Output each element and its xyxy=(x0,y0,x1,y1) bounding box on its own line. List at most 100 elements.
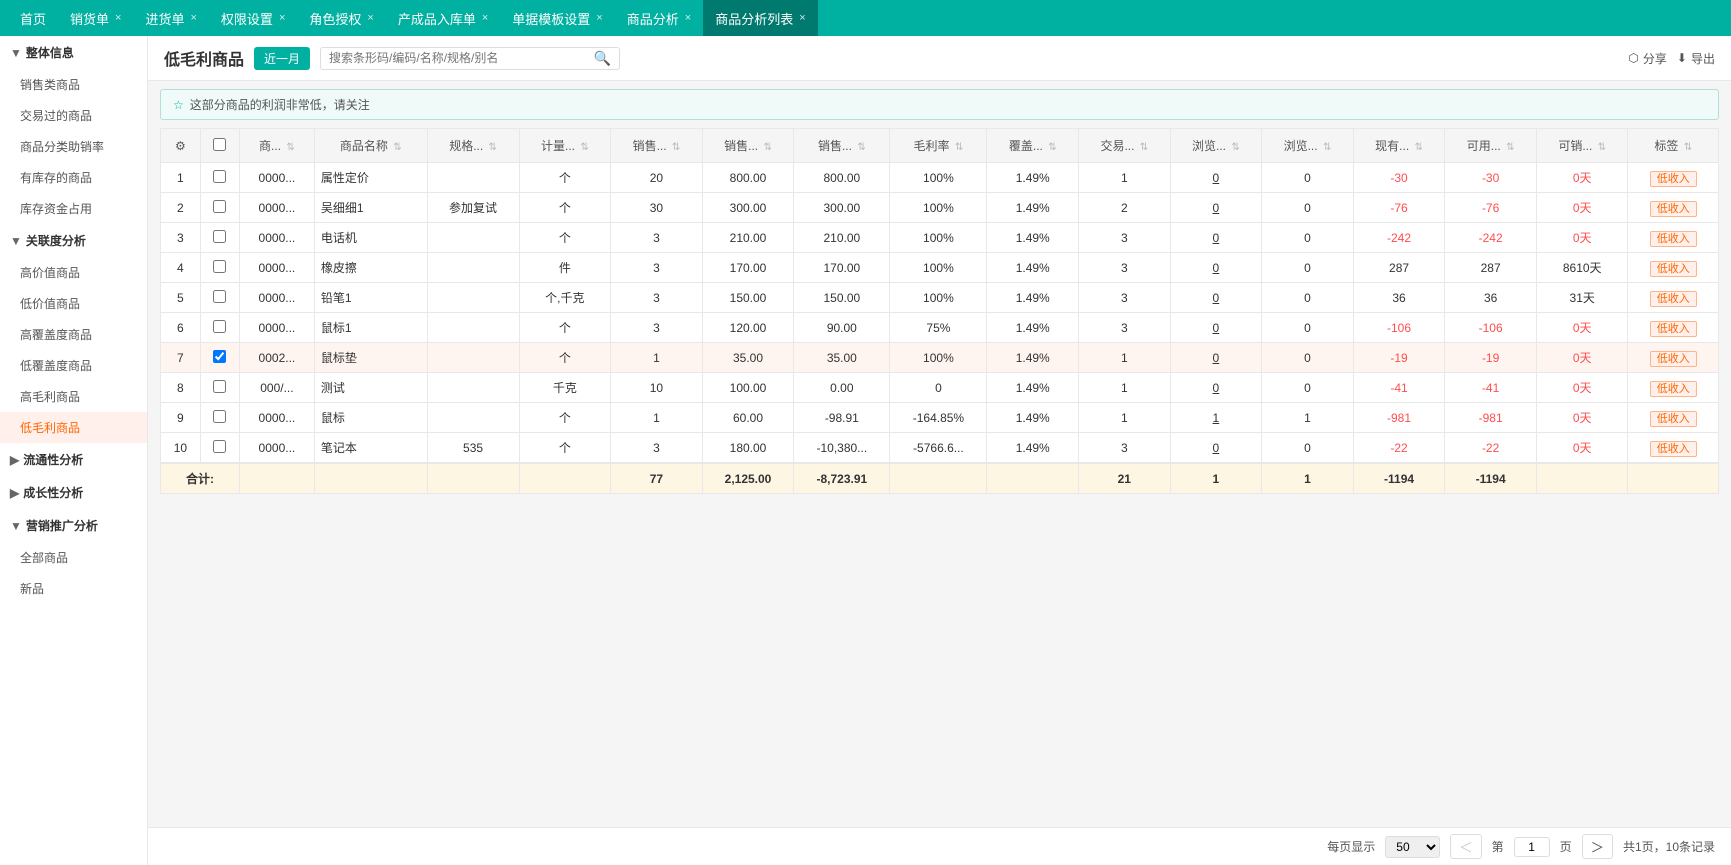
sidebar-item-stocked-goods[interactable]: 有库存的商品 xyxy=(0,162,147,193)
row-checkbox[interactable] xyxy=(213,350,226,363)
cell-view1[interactable]: 0 xyxy=(1170,283,1262,313)
cell-checkbox[interactable] xyxy=(200,253,239,283)
sidebar-item-high-gross[interactable]: 高毛利商品 xyxy=(0,381,147,412)
sidebar-item-low-value[interactable]: 低价值商品 xyxy=(0,288,147,319)
col-sale-count[interactable]: 销售... ⇅ xyxy=(611,129,703,163)
sidebar-item-low-gross[interactable]: 低毛利商品 xyxy=(0,412,147,443)
cell-tag: 低收入 xyxy=(1628,223,1719,253)
row-checkbox[interactable] xyxy=(213,170,226,183)
col-name[interactable]: 商品名称 ⇅ xyxy=(314,129,427,163)
cell-checkbox[interactable] xyxy=(200,373,239,403)
row-checkbox[interactable] xyxy=(213,200,226,213)
sidebar-item-low-coverage[interactable]: 低覆盖度商品 xyxy=(0,350,147,381)
cell-view1[interactable]: 0 xyxy=(1170,343,1262,373)
next-page-button[interactable]: ＞ xyxy=(1582,834,1613,859)
cell-checkbox[interactable] xyxy=(200,283,239,313)
row-checkbox[interactable] xyxy=(213,320,226,333)
nav-product-inbound[interactable]: 产成品入库单 × xyxy=(386,0,500,36)
page-number-input[interactable] xyxy=(1514,837,1550,857)
cell-view1[interactable]: 0 xyxy=(1170,163,1262,193)
col-view1[interactable]: 浏览... ⇅ xyxy=(1170,129,1262,163)
cell-view1[interactable]: 0 xyxy=(1170,433,1262,464)
sidebar-group-growth[interactable]: ▶ 成长性分析 xyxy=(0,476,147,509)
col-tag[interactable]: 标签 ⇅ xyxy=(1628,129,1719,163)
close-icon[interactable]: × xyxy=(685,12,691,24)
row-checkbox[interactable] xyxy=(213,230,226,243)
sidebar-item-stock-capital[interactable]: 库存资金占用 xyxy=(0,193,147,224)
sidebar-group-liquidity[interactable]: ▶ 流通性分析 xyxy=(0,443,147,476)
sidebar-item-high-coverage[interactable]: 高覆盖度商品 xyxy=(0,319,147,350)
sidebar-group-overall[interactable]: ▼ 整体信息 xyxy=(0,36,147,69)
nav-purchase-order[interactable]: 进货单 × xyxy=(133,0,208,36)
sidebar-item-high-value[interactable]: 高价值商品 xyxy=(0,257,147,288)
cell-checkbox[interactable] xyxy=(200,343,239,373)
total-sale-amount: -8,723.91 xyxy=(794,463,890,494)
close-icon[interactable]: × xyxy=(596,12,602,24)
col-settings[interactable]: ⚙ xyxy=(161,129,201,163)
col-sale-amount[interactable]: 销售... ⇅ xyxy=(794,129,890,163)
row-checkbox[interactable] xyxy=(213,290,226,303)
row-checkbox[interactable] xyxy=(213,380,226,393)
search-input[interactable] xyxy=(329,51,594,65)
close-icon[interactable]: × xyxy=(279,12,285,24)
date-filter-button[interactable]: 近一月 xyxy=(254,47,310,70)
sidebar-item-sales-goods[interactable]: 销售类商品 xyxy=(0,69,147,100)
per-page-select[interactable]: 50 100 200 xyxy=(1385,836,1440,858)
col-spec[interactable]: 规格... ⇅ xyxy=(427,129,519,163)
nav-product-analysis-list[interactable]: 商品分析列表 × xyxy=(703,0,817,36)
share-button[interactable]: ⬡ 分享 xyxy=(1628,50,1667,67)
nav-sales-order[interactable]: 销货单 × xyxy=(58,0,133,36)
sidebar-group-correlation[interactable]: ▼ 关联度分析 xyxy=(0,224,147,257)
cell-view2: 0 xyxy=(1262,283,1354,313)
nav-home[interactable]: 首页 xyxy=(8,0,58,36)
export-button[interactable]: ⬇ 导出 xyxy=(1677,50,1715,67)
table-container[interactable]: ⚙ 商... ⇅ 商品名称 ⇅ 规格... ⇅ 计量... ⇅ 销售... ⇅ … xyxy=(160,128,1719,827)
cell-view1[interactable]: 0 xyxy=(1170,193,1262,223)
cell-view1[interactable]: 0 xyxy=(1170,313,1262,343)
cell-code: 0000... xyxy=(239,313,314,343)
cell-checkbox[interactable] xyxy=(200,193,239,223)
cell-view1[interactable]: 0 xyxy=(1170,253,1262,283)
col-gross-rate[interactable]: 毛利率 ⇅ xyxy=(890,129,987,163)
cell-view2: 0 xyxy=(1262,223,1354,253)
close-icon[interactable]: × xyxy=(115,12,121,24)
col-trade[interactable]: 交易... ⇅ xyxy=(1079,129,1171,163)
close-icon[interactable]: × xyxy=(367,12,373,24)
sidebar-item-new-goods[interactable]: 新品 xyxy=(0,573,147,604)
prev-page-button[interactable]: ＜ xyxy=(1450,834,1481,859)
sidebar-item-all-goods[interactable]: 全部商品 xyxy=(0,542,147,573)
close-icon[interactable]: × xyxy=(799,12,805,24)
cell-checkbox[interactable] xyxy=(200,163,239,193)
sidebar-group-marketing[interactable]: ▼ 营销推广分析 xyxy=(0,509,147,542)
col-sale-price[interactable]: 销售... ⇅ xyxy=(702,129,794,163)
cell-view1[interactable]: 0 xyxy=(1170,223,1262,253)
search-icon[interactable]: 🔍 xyxy=(594,50,611,67)
close-icon[interactable]: × xyxy=(190,12,196,24)
row-checkbox[interactable] xyxy=(213,440,226,453)
col-unit[interactable]: 计量... ⇅ xyxy=(519,129,611,163)
cell-sale-amount: 150.00 xyxy=(794,283,890,313)
cell-checkbox[interactable] xyxy=(200,313,239,343)
cell-view1[interactable]: 1 xyxy=(1170,403,1262,433)
select-all-checkbox[interactable] xyxy=(213,138,226,151)
cell-checkbox[interactable] xyxy=(200,433,239,464)
cell-view1[interactable]: 0 xyxy=(1170,373,1262,403)
cell-checkbox[interactable] xyxy=(200,403,239,433)
cell-checkbox[interactable] xyxy=(200,223,239,253)
row-checkbox[interactable] xyxy=(213,410,226,423)
row-checkbox[interactable] xyxy=(213,260,226,273)
col-code[interactable]: 商... ⇅ xyxy=(239,129,314,163)
col-checkbox[interactable] xyxy=(200,129,239,163)
col-saleable[interactable]: 可销... ⇅ xyxy=(1536,129,1628,163)
col-view2[interactable]: 浏览... ⇅ xyxy=(1262,129,1354,163)
col-coverage[interactable]: 覆盖... ⇅ xyxy=(987,129,1079,163)
col-available[interactable]: 可用... ⇅ xyxy=(1445,129,1537,163)
nav-permissions[interactable]: 权限设置 × xyxy=(209,0,297,36)
sidebar-item-traded-goods[interactable]: 交易过的商品 xyxy=(0,100,147,131)
nav-template-settings[interactable]: 单据模板设置 × xyxy=(500,0,614,36)
col-current-stock[interactable]: 现有... ⇅ xyxy=(1353,129,1445,163)
nav-role-auth[interactable]: 角色授权 × xyxy=(297,0,385,36)
sidebar-item-category-assist[interactable]: 商品分类助销率 xyxy=(0,131,147,162)
close-icon[interactable]: × xyxy=(482,12,488,24)
nav-product-analysis[interactable]: 商品分析 × xyxy=(615,0,703,36)
